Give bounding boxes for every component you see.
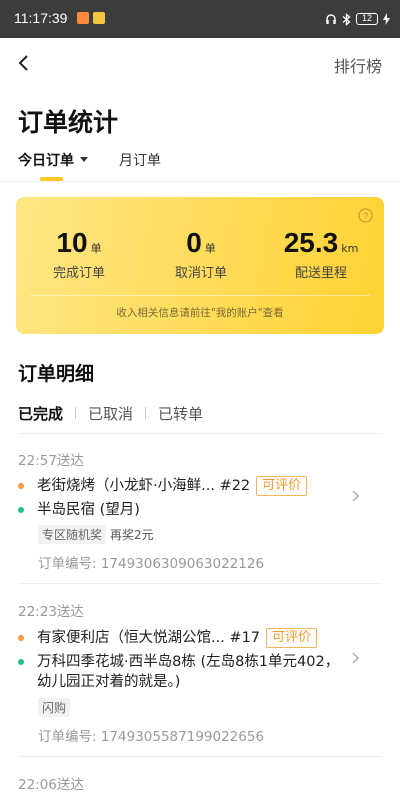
ranking-button[interactable]: 排行榜 [334, 53, 382, 77]
stat-completed-label: 完成订单 [52, 266, 105, 281]
stat-completed-unit: 单 [90, 242, 102, 255]
dropoff-dot [18, 507, 24, 513]
pickup-shop: 老街烧烤（小龙虾·小海鲜... #22 [37, 478, 251, 494]
reward-tags: 专区随机奖 再奖2元 [38, 525, 154, 544]
divider [18, 756, 382, 757]
charging-icon [383, 13, 390, 25]
rate-button[interactable]: 可评价 [266, 628, 318, 648]
account-note[interactable]: 收入相关信息请前往"我的账户"查看 [16, 305, 384, 320]
order-number: 订单编号: 1749305587199022656 [38, 729, 265, 745]
card-divider [30, 295, 370, 296]
pickup-row: 老街烧烤（小龙虾·小海鲜... #22 可评价 [18, 476, 308, 496]
stat-completed: 10 单 完成订单 [24, 227, 134, 281]
help-icon[interactable]: ? [358, 208, 373, 223]
nav-bar: 排行榜 [0, 38, 400, 90]
status-time: 11:17:39 [14, 10, 68, 26]
stat-cancelled-label: 取消订单 [174, 266, 227, 281]
reward-tags: 闪购 [38, 698, 71, 717]
pickup-shop: 有家便利店（恒大悦湖公馆... #17 [37, 630, 261, 646]
divider [18, 583, 382, 584]
chevron-right-icon [352, 490, 359, 502]
dropoff-dot [18, 659, 24, 665]
caret-down-icon [80, 157, 88, 162]
order-item[interactable]: 22:57送达 老街烧烤（小龙虾·小海鲜... #22 可评价 半岛民宿 (望月… [0, 447, 400, 577]
bluetooth-icon [342, 12, 351, 26]
dropoff-row: 半岛民宿 (望月) [18, 500, 140, 520]
tab-active-indicator [40, 177, 63, 181]
app-notification-icon [93, 12, 105, 24]
reward-bonus: 再奖2元 [110, 528, 154, 542]
pickup-dot [18, 483, 24, 489]
period-tabs: 今日订单 月订单 [0, 146, 400, 182]
tab-today-orders[interactable]: 今日订单 [18, 150, 88, 170]
dropoff-address: 万科四季花城·西半岛8栋 (左岛8栋1单元402，幼儿园正对着的就是。) [37, 654, 340, 690]
divider [18, 433, 382, 434]
headphone-icon [326, 14, 336, 24]
battery-icon: 12 [356, 13, 378, 25]
app-notification-icon [77, 12, 89, 24]
filter-completed[interactable]: 已完成 [18, 403, 63, 424]
filter-divider [75, 407, 77, 419]
stats-card: ? 10 单 完成订单 0单 取消订单 25.3 km 配送里程 收入相关信息请前往… [16, 197, 384, 334]
section-title: 订单明细 [18, 363, 95, 385]
stat-distance: 25.3 km 配送里程 [266, 227, 376, 281]
flash-tag: 闪购 [38, 698, 71, 717]
stat-cancelled-unit: 单 [204, 242, 216, 255]
stat-distance-unit: km [341, 242, 359, 255]
status-bar: 11:17:39 12 [0, 0, 400, 38]
chevron-right-icon [352, 652, 359, 664]
status-filters: 已完成 已取消 已转单 [18, 402, 203, 424]
dropoff-row: 万科四季花城·西半岛8栋 (左岛8栋1单元402，幼儿园正对着的就是。) [18, 652, 344, 692]
pickup-dot [18, 635, 24, 641]
stat-distance-label: 配送里程 [294, 266, 347, 281]
page-title: 订单统计 [18, 108, 119, 137]
order-time: 22:06送达 [18, 777, 84, 793]
filter-divider [145, 407, 147, 419]
order-item[interactable]: 22:06送达 [0, 771, 400, 800]
stat-completed-value: 10 [56, 227, 88, 258]
dropoff-address: 半岛民宿 (望月) [37, 502, 140, 518]
order-time: 22:57送达 [18, 453, 84, 469]
filter-transferred[interactable]: 已转单 [158, 403, 203, 424]
stat-cancelled: 0单 取消订单 [146, 227, 256, 281]
svg-text:?: ? [363, 211, 368, 221]
back-arrow-icon [18, 55, 28, 71]
tab-today-label: 今日订单 [18, 153, 74, 169]
tab-month-orders[interactable]: 月订单 [119, 150, 161, 170]
filter-cancelled[interactable]: 已取消 [88, 403, 133, 424]
pickup-row: 有家便利店（恒大悦湖公馆... #17 可评价 [18, 628, 318, 648]
stat-cancelled-value: 0 [186, 227, 202, 258]
reward-tag: 专区随机奖 [38, 525, 107, 544]
order-item[interactable]: 22:23送达 有家便利店（恒大悦湖公馆... #17 可评价 万科四季花城·西… [0, 598, 400, 748]
back-button[interactable] [14, 50, 36, 76]
order-time: 22:23送达 [18, 604, 84, 620]
order-number: 订单编号: 1749306309063022126 [38, 556, 265, 572]
rate-button[interactable]: 可评价 [256, 476, 308, 496]
stat-distance-value: 25.3 [283, 227, 339, 258]
